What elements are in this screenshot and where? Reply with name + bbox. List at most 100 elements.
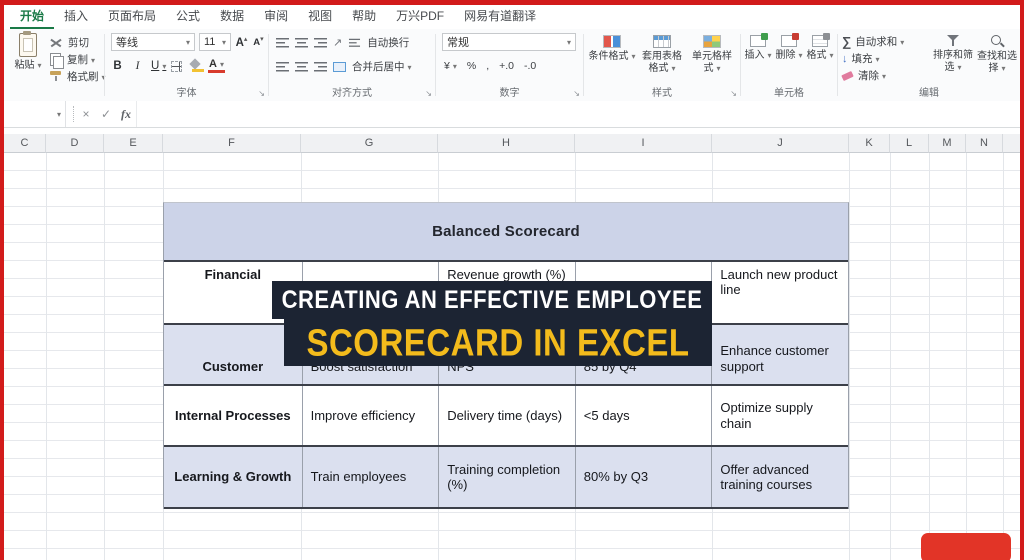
- column-header-f[interactable]: F: [163, 134, 301, 153]
- align-top-icon[interactable]: [276, 37, 289, 48]
- table-row-internal-processes: Internal Processes Improve efficiency De…: [164, 386, 848, 447]
- formula-input[interactable]: [136, 101, 1020, 127]
- paste-label: 粘贴: [14, 60, 41, 72]
- comma-style-icon[interactable]: ,: [486, 60, 489, 72]
- merge-center-icon: [333, 61, 346, 72]
- borders-icon[interactable]: [171, 60, 182, 72]
- styles-dialog-launcher[interactable]: ↘: [730, 90, 737, 98]
- cell-initiative[interactable]: Launch new product line: [711, 262, 848, 323]
- decrease-font-icon[interactable]: A: [252, 35, 265, 49]
- cut-button[interactable]: 剪切: [50, 35, 89, 50]
- column-header-n[interactable]: N: [966, 134, 1003, 153]
- cell-measure[interactable]: Training completion (%): [438, 447, 575, 507]
- alignment-dialog-launcher[interactable]: ↘: [425, 90, 432, 98]
- cell-objective[interactable]: Train employees: [301, 447, 439, 507]
- font-family-select[interactable]: 等线: [111, 33, 195, 51]
- wrap-text-button[interactable]: 自动换行: [367, 35, 409, 50]
- cell-target[interactable]: <5 days: [574, 386, 712, 445]
- underline-button[interactable]: U: [151, 60, 164, 72]
- tab-view[interactable]: 视图: [298, 5, 342, 29]
- column-header-e[interactable]: E: [104, 134, 163, 153]
- find-select-button[interactable]: 查找和选择: [976, 35, 1018, 74]
- column-header-m[interactable]: M: [929, 134, 966, 153]
- cell-perspective[interactable]: Learning & Growth: [164, 447, 302, 507]
- format-as-table-button[interactable]: 套用表格格式: [638, 35, 686, 74]
- align-center-icon[interactable]: [295, 61, 308, 72]
- excel-window: 开始 插入 页面布局 公式 数据 审阅 视图 帮助 万兴PDF 网易有道翻译 粘…: [0, 0, 1024, 560]
- align-middle-icon[interactable]: [295, 37, 308, 48]
- column-header-g[interactable]: G: [301, 134, 438, 153]
- tab-review[interactable]: 审阅: [254, 5, 298, 29]
- table-title-row[interactable]: Balanced Scorecard: [164, 203, 848, 262]
- cell-initiative[interactable]: Optimize supply chain: [711, 386, 848, 445]
- fill-down-icon: ↓: [842, 52, 848, 65]
- column-header-h[interactable]: H: [438, 134, 575, 153]
- cancel-icon[interactable]: ×: [76, 107, 96, 121]
- autosum-button[interactable]: ∑ 自动求和: [842, 34, 904, 49]
- font-dialog-launcher[interactable]: ↘: [258, 90, 265, 98]
- cell-perspective[interactable]: Internal Processes: [164, 386, 302, 445]
- name-box[interactable]: [4, 101, 66, 127]
- cell-styles-button[interactable]: 单元格样式: [688, 35, 736, 74]
- cell-measure[interactable]: Delivery time (days): [438, 386, 575, 445]
- align-bottom-icon[interactable]: [314, 37, 327, 48]
- number-dialog-launcher[interactable]: ↘: [573, 90, 580, 98]
- cell-initiative[interactable]: Enhance customer support: [711, 325, 848, 384]
- cell-initiative[interactable]: Offer advanced training courses: [711, 447, 848, 507]
- accounting-format-icon[interactable]: ¥: [444, 60, 457, 72]
- sort-filter-button[interactable]: 排序和筛选: [932, 35, 974, 73]
- font-color-icon[interactable]: A: [208, 59, 225, 73]
- paste-button[interactable]: 粘贴: [10, 31, 46, 72]
- tab-insert[interactable]: 插入: [54, 5, 98, 29]
- italic-button[interactable]: I: [131, 60, 144, 72]
- scissors-icon: [50, 38, 62, 48]
- tab-home[interactable]: 开始: [10, 5, 54, 29]
- percent-style-icon[interactable]: %: [467, 60, 476, 72]
- bold-button[interactable]: B: [111, 60, 124, 72]
- cell-objective[interactable]: Improve efficiency: [301, 386, 439, 445]
- font-size-select[interactable]: 11: [199, 33, 231, 51]
- cell-perspective[interactable]: Customer: [164, 325, 302, 384]
- format-as-table-icon: [653, 35, 671, 48]
- increase-decimal-icon[interactable]: +.0: [499, 60, 514, 72]
- enter-icon[interactable]: ✓: [96, 107, 116, 121]
- tab-youdao-translate[interactable]: 网易有道翻译: [454, 5, 546, 29]
- format-cells-button[interactable]: 格式: [805, 33, 835, 62]
- column-header-j[interactable]: J: [712, 134, 849, 153]
- tab-page-layout[interactable]: 页面布局: [98, 5, 166, 29]
- column-header-l[interactable]: L: [890, 134, 929, 153]
- cell-styles-icon: [703, 35, 721, 48]
- column-header-d[interactable]: D: [46, 134, 104, 153]
- column-header-i[interactable]: I: [575, 134, 712, 153]
- insert-cells-icon: [750, 33, 768, 47]
- column-header-k[interactable]: K: [849, 134, 890, 153]
- copy-button[interactable]: 复制: [50, 52, 95, 69]
- orientation-icon[interactable]: ↗: [333, 36, 342, 49]
- fill-color-icon[interactable]: [189, 60, 204, 72]
- align-left-icon[interactable]: [276, 61, 289, 72]
- frame-left: [0, 0, 4, 560]
- delete-cells-button[interactable]: 删除: [774, 33, 804, 62]
- number-format-select[interactable]: 常规: [442, 33, 576, 51]
- number-group-label: 数字: [499, 88, 520, 99]
- conditional-formatting-button[interactable]: 条件格式: [588, 35, 636, 63]
- tab-help[interactable]: 帮助: [342, 5, 386, 29]
- decrease-decimal-icon[interactable]: -.0: [524, 60, 536, 72]
- eraser-icon: [841, 70, 854, 81]
- tab-formulas[interactable]: 公式: [166, 5, 210, 29]
- align-right-icon[interactable]: [314, 61, 327, 72]
- gridline: [966, 153, 967, 560]
- tab-wanxing-pdf[interactable]: 万兴PDF: [386, 5, 454, 29]
- merge-center-button[interactable]: 合并后居中: [352, 59, 412, 74]
- font-group-label: 字体: [176, 88, 197, 99]
- format-painter-button[interactable]: 格式刷: [50, 69, 106, 84]
- increase-font-icon[interactable]: A: [235, 35, 248, 49]
- column-header-c[interactable]: C: [4, 134, 46, 153]
- clear-button[interactable]: 清除: [841, 68, 886, 83]
- fill-button[interactable]: ↓ 填充: [842, 51, 880, 66]
- tab-data[interactable]: 数据: [210, 5, 254, 29]
- cell-target[interactable]: 80% by Q3: [574, 447, 712, 507]
- gridline: [104, 153, 105, 560]
- insert-function-icon[interactable]: fx: [116, 107, 136, 122]
- insert-cells-button[interactable]: 插入: [743, 33, 773, 62]
